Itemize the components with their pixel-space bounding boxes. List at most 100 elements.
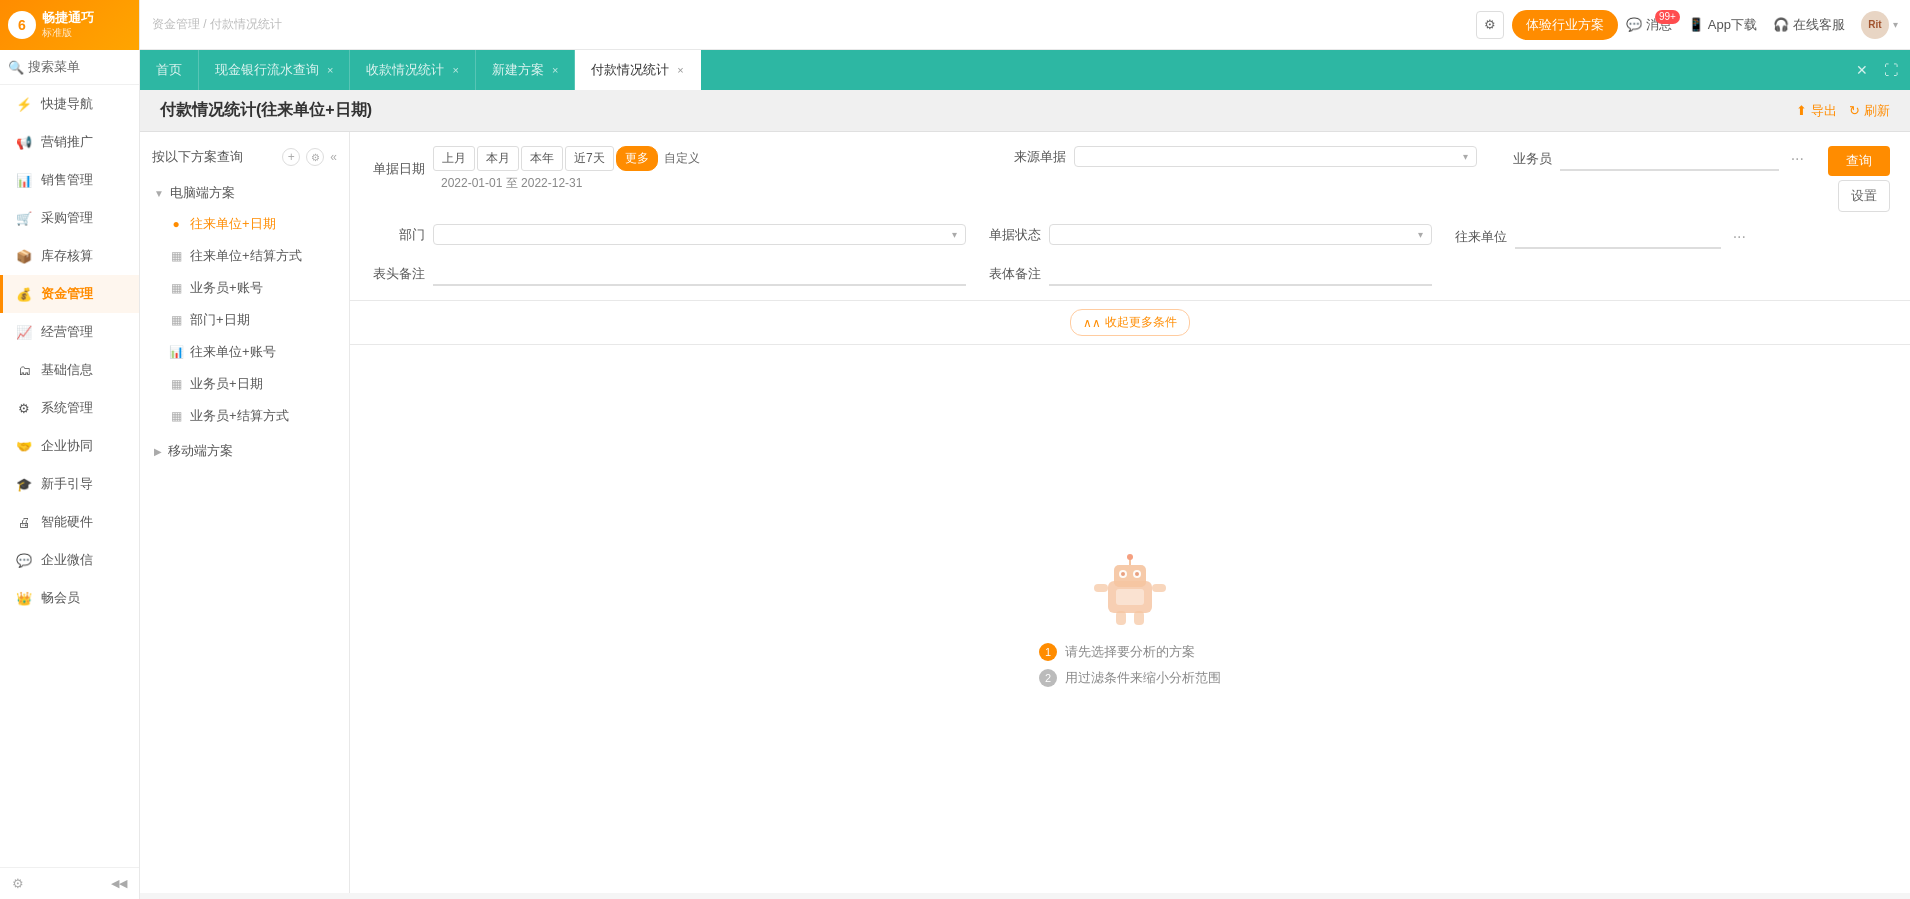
date-tab-last-month[interactable]: 上月 bbox=[433, 146, 475, 171]
topbar-breadcrumb: 资金管理 / 付款情况统计 bbox=[152, 16, 1468, 33]
sidebar-item-sales[interactable]: 📊 销售管理 bbox=[0, 161, 139, 199]
sidebar-item-purchase[interactable]: 🛒 采购管理 bbox=[0, 199, 139, 237]
sidebar-item-inventory[interactable]: 📦 库存核算 bbox=[0, 237, 139, 275]
doc-status-select[interactable]: ▾ bbox=[1049, 224, 1433, 245]
right-panel: 单据日期 上月 本月 本年 近7天 更多 自定义 20 bbox=[350, 132, 1910, 893]
chevron-down-icon: ▾ bbox=[1893, 19, 1898, 30]
sidebar-item-label: 快捷导航 bbox=[41, 95, 93, 113]
date-tab-more[interactable]: 更多 bbox=[616, 146, 658, 171]
pc-scheme-label: 电脑端方案 bbox=[170, 184, 235, 202]
body-note-input[interactable] bbox=[1049, 261, 1433, 285]
avatar: Rit bbox=[1861, 11, 1889, 39]
filter-body-note-item: 表体备注 bbox=[986, 261, 1433, 286]
online-service-btn[interactable]: 🎧 在线客服 bbox=[1773, 16, 1845, 34]
tab-payment-label: 付款情况统计 bbox=[591, 61, 669, 79]
export-button[interactable]: ⬆ 导出 bbox=[1796, 102, 1837, 120]
add-scheme-icon[interactable]: + bbox=[282, 148, 300, 166]
collapse-sidebar-icon[interactable]: ◀◀ bbox=[111, 877, 127, 890]
partner-input[interactable] bbox=[1515, 224, 1720, 248]
sidebar-item-basic[interactable]: 🗂 基础信息 bbox=[0, 351, 139, 389]
salesman-ellipsis-btn[interactable]: ··· bbox=[1787, 150, 1808, 168]
tab-new-scheme[interactable]: 新建方案 × bbox=[476, 50, 575, 90]
sidebar-item-hardware[interactable]: 🖨 智能硬件 bbox=[0, 503, 139, 541]
sidebar-item-label: 基础信息 bbox=[41, 361, 93, 379]
mobile-scheme-section-title[interactable]: ▶ 移动端方案 bbox=[140, 436, 349, 466]
filter-dept-item: 部门 ▾ bbox=[370, 224, 966, 245]
partner-ellipsis-btn[interactable]: ··· bbox=[1729, 228, 1750, 246]
basic-icon: 🗂 bbox=[15, 361, 33, 379]
date-tab-this-month[interactable]: 本月 bbox=[477, 146, 519, 171]
close-all-tabs-icon[interactable]: ✕ bbox=[1852, 58, 1872, 82]
scheme-item-label: 业务员+结算方式 bbox=[190, 407, 289, 425]
step-1-num: 1 bbox=[1039, 643, 1057, 661]
sidebar-item-wechat[interactable]: 💬 企业微信 bbox=[0, 541, 139, 579]
user-avatar-area[interactable]: Rit ▾ bbox=[1861, 11, 1898, 39]
refresh-button[interactable]: ↻ 刷新 bbox=[1849, 102, 1890, 120]
logo-sub: 标准版 bbox=[42, 26, 94, 40]
dept-select[interactable]: ▾ bbox=[433, 224, 966, 245]
scheme-settings-icon[interactable]: ⚙ bbox=[306, 148, 324, 166]
tab-bank-close[interactable]: × bbox=[327, 64, 333, 76]
gear-icon[interactable]: ⚙ bbox=[12, 876, 24, 891]
maximize-icon[interactable]: ⛶ bbox=[1880, 58, 1902, 82]
scheme-item-salesman-settlement[interactable]: ▦ 业务员+结算方式 bbox=[140, 400, 349, 432]
tab-payment-stats[interactable]: 付款情况统计 × bbox=[575, 50, 700, 90]
filter-doc-status-item: 单据状态 ▾ bbox=[986, 224, 1433, 245]
scheme-grid-icon2: ▦ bbox=[168, 280, 184, 296]
enterprise-icon: 🤝 bbox=[15, 437, 33, 455]
custom-label[interactable]: 自定义 bbox=[664, 150, 700, 167]
settings-button[interactable]: 设置 bbox=[1838, 180, 1890, 212]
header-note-label: 表头备注 bbox=[370, 265, 425, 283]
app-download-btn[interactable]: 📱 App下载 bbox=[1688, 16, 1757, 34]
scheme-item-salesman-date[interactable]: ▦ 业务员+日期 bbox=[140, 368, 349, 400]
scheme-item-salesman-account[interactable]: ▦ 业务员+账号 bbox=[140, 272, 349, 304]
online-service-label: 在线客服 bbox=[1793, 16, 1845, 34]
scheme-item-label: 业务员+账号 bbox=[190, 279, 263, 297]
sidebar-item-finance[interactable]: 💰 资金管理 bbox=[0, 275, 139, 313]
collapse-conditions-btn[interactable]: ∧∧ 收起更多条件 bbox=[1070, 309, 1190, 336]
date-tab-this-year[interactable]: 本年 bbox=[521, 146, 563, 171]
tab-payment-close[interactable]: × bbox=[677, 64, 683, 76]
sidebar-item-member[interactable]: 👑 畅会员 bbox=[0, 579, 139, 617]
tab-bank[interactable]: 现金银行流水查询 × bbox=[199, 50, 350, 90]
mobile-scheme-section: ▶ 移动端方案 bbox=[140, 436, 349, 466]
scheme-item-dept-date[interactable]: ▦ 部门+日期 bbox=[140, 304, 349, 336]
sidebar-item-enterprise[interactable]: 🤝 企业协同 bbox=[0, 427, 139, 465]
tab-home[interactable]: 首页 bbox=[140, 50, 199, 90]
scheme-item-partner-date[interactable]: ● 往来单位+日期 bbox=[140, 208, 349, 240]
left-panel-title: 按以下方案查询 bbox=[152, 148, 243, 166]
sidebar-item-label: 营销推广 bbox=[41, 133, 93, 151]
sidebar-item-operation[interactable]: 📈 经营管理 bbox=[0, 313, 139, 351]
sidebar-item-quick-nav[interactable]: ⚡ 快捷导航 bbox=[0, 85, 139, 123]
step-2-num: 2 bbox=[1039, 669, 1057, 687]
app-download-label: App下载 bbox=[1708, 16, 1757, 34]
tab-new-scheme-close[interactable]: × bbox=[552, 64, 558, 76]
query-button[interactable]: 查询 bbox=[1828, 146, 1890, 176]
scheme-item-partner-settlement[interactable]: ▦ 往来单位+结算方式 bbox=[140, 240, 349, 272]
trial-industry-button[interactable]: 体验行业方案 bbox=[1512, 10, 1618, 40]
pc-scheme-section: ▼ 电脑端方案 ● 往来单位+日期 ▦ 往来单位+结算方式 ▦ 业务员+账号 bbox=[140, 178, 349, 432]
tab-receipt-stats[interactable]: 收款情况统计 × bbox=[350, 50, 475, 90]
scheme-item-partner-account[interactable]: 📊 往来单位+账号 bbox=[140, 336, 349, 368]
message-badge[interactable]: 💬 消息 99+ bbox=[1626, 16, 1672, 34]
pc-scheme-section-title[interactable]: ▼ 电脑端方案 bbox=[140, 178, 349, 208]
collapse-panel-icon[interactable]: « bbox=[330, 150, 337, 164]
sidebar-item-marketing[interactable]: 📢 营销推广 bbox=[0, 123, 139, 161]
settings-icon: ⚙ bbox=[1484, 17, 1496, 32]
sidebar-item-guide[interactable]: 🎓 新手引导 bbox=[0, 465, 139, 503]
date-tab-7days[interactable]: 近7天 bbox=[565, 146, 614, 171]
header-note-input[interactable] bbox=[433, 261, 966, 285]
tabs-right-actions: ✕ ⛶ bbox=[1844, 58, 1910, 82]
search-menu-item[interactable]: 🔍 搜索菜单 bbox=[0, 50, 139, 85]
sidebar-item-system[interactable]: ⚙ 系统管理 bbox=[0, 389, 139, 427]
tab-bank-label: 现金银行流水查询 bbox=[215, 61, 319, 79]
salesman-input[interactable] bbox=[1560, 146, 1778, 170]
source-doc-select[interactable]: ▾ bbox=[1074, 146, 1477, 167]
scheme-item-label: 往来单位+结算方式 bbox=[190, 247, 302, 265]
scheme-item-label: 业务员+日期 bbox=[190, 375, 263, 393]
tab-receipt-close[interactable]: × bbox=[452, 64, 458, 76]
scheme-item-label: 往来单位+日期 bbox=[190, 215, 276, 233]
filter-row-3: 表头备注 表体备注 bbox=[370, 261, 1890, 286]
quick-nav-icon: ⚡ bbox=[15, 95, 33, 113]
topbar-settings-btn[interactable]: ⚙ bbox=[1476, 11, 1504, 39]
